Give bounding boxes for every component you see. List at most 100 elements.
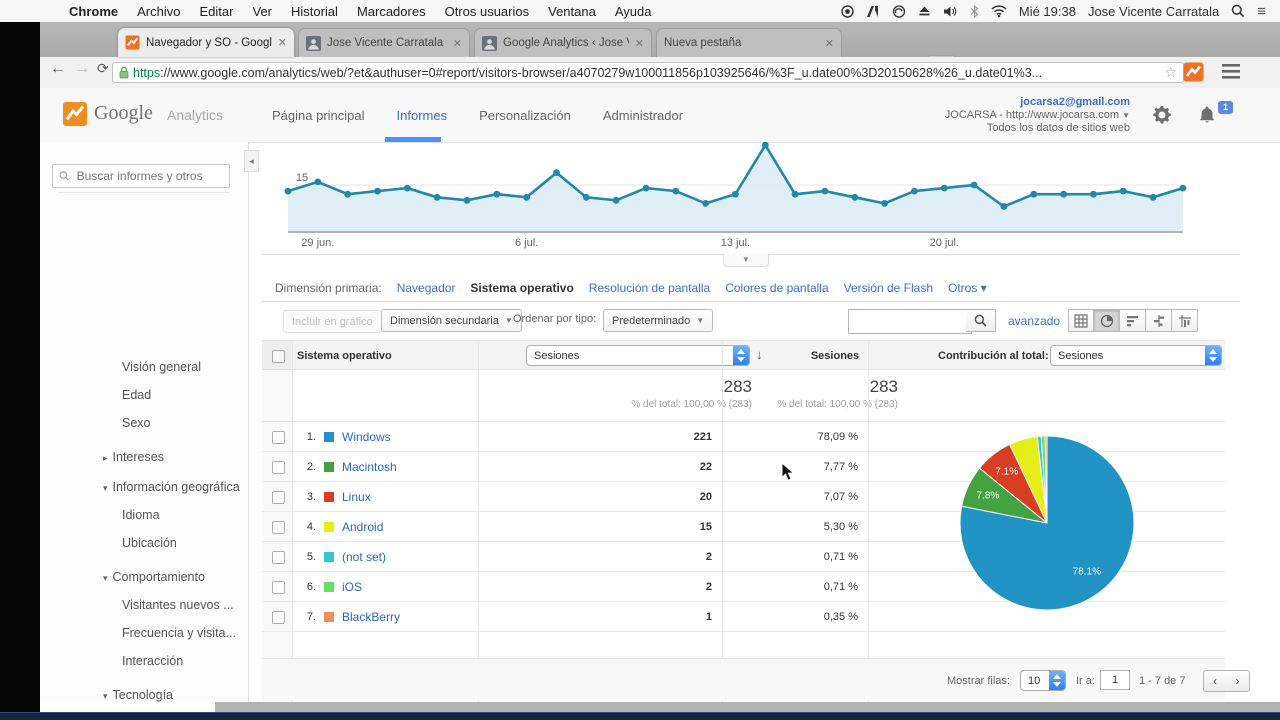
table-search-button[interactable]: [966, 309, 996, 332]
ga-nav-personalización[interactable]: Personalización: [479, 108, 571, 123]
sidebar-item-visitantes-nuevos-[interactable]: Visitantes nuevos ...: [122, 598, 234, 612]
tab-close-icon[interactable]: ✕: [278, 36, 287, 49]
menu-item-ventana[interactable]: Ventana: [548, 4, 596, 19]
view-comparison-button[interactable]: [1146, 309, 1172, 332]
sessions-line-chart[interactable]: 15 29 jun. 6 jul. 13 jul. 20 jul.: [262, 141, 1240, 255]
address-bar[interactable]: https://www.google.com/analytics/web/?et…: [112, 62, 1184, 83]
bluetooth-icon[interactable]: [970, 4, 979, 18]
dimension-resoluci-n-de-pantalla[interactable]: Resolución de pantalla: [589, 281, 710, 295]
browser-tab-3[interactable]: Google Analytics ‹ Jose Vic ✕: [474, 28, 652, 57]
column-header-sessions[interactable]: Sesiones: [762, 350, 908, 362]
sidebar-item-informaci-n-geogr-fica[interactable]: ▾ Información geográfica: [103, 480, 240, 494]
account-info[interactable]: jocarsa2@gmail.com JOCARSA - http://www.…: [945, 96, 1130, 135]
menu-clock[interactable]: Mié 19:38: [1019, 4, 1076, 19]
view-pivot-button[interactable]: [1172, 309, 1198, 332]
ga-nav-informes[interactable]: Informes: [397, 108, 448, 123]
table-search-input[interactable]: [848, 309, 972, 334]
sidebar-item-intereses[interactable]: ▸ Intereses: [103, 450, 164, 464]
sidebar-search[interactable]: [52, 164, 230, 188]
dimension-otros[interactable]: Otros ▾: [948, 281, 987, 295]
menu-item-chrome[interactable]: Chrome: [69, 4, 118, 19]
dimension-navegador[interactable]: Navegador: [397, 281, 456, 295]
goto-page-input[interactable]: [1100, 670, 1130, 690]
dimension-colores-de-pantalla[interactable]: Colores de pantalla: [725, 281, 828, 295]
column-header-os[interactable]: Sistema operativo: [297, 350, 392, 362]
row-checkbox[interactable]: [272, 551, 285, 564]
row-checkbox[interactable]: [272, 461, 285, 474]
notification-center-icon[interactable]: ≡: [1257, 3, 1266, 20]
sidebar-item-sexo[interactable]: Sexo: [122, 416, 151, 430]
screen-record-icon[interactable]: [841, 4, 854, 18]
menu-item-archivo[interactable]: Archivo: [137, 4, 180, 19]
menu-item-ayuda[interactable]: Ayuda: [615, 4, 652, 19]
tab-close-icon[interactable]: ✕: [453, 37, 462, 50]
chart-collapse-button[interactable]: ▼: [723, 254, 769, 267]
os-link[interactable]: iOS: [342, 580, 362, 594]
secondary-dimension-button[interactable]: Dimensión secundaria ▼: [381, 309, 522, 332]
tab-close-icon[interactable]: ✕: [825, 37, 834, 50]
os-link[interactable]: Windows: [342, 430, 391, 444]
reload-button[interactable]: ⟳: [97, 60, 109, 77]
sidebar-item-tecnolog-a[interactable]: ▾ Tecnología: [103, 688, 173, 702]
metric-select[interactable]: Sesiones: [526, 345, 750, 366]
include-in-chart-button[interactable]: Incluir en gráfico: [283, 310, 382, 333]
volume-icon[interactable]: [943, 5, 958, 18]
row-checkbox[interactable]: [272, 521, 285, 534]
next-page-button[interactable]: ›: [1226, 670, 1250, 692]
eject-icon[interactable]: [918, 5, 931, 17]
browser-tab-4[interactable]: Nueva pestaña ✕: [656, 28, 842, 57]
back-button[interactable]: ←: [50, 60, 66, 78]
sidebar-collapse-button[interactable]: ◂: [244, 150, 259, 172]
prev-page-button[interactable]: ‹: [1203, 670, 1227, 692]
rows-per-page-select[interactable]: 10: [1020, 670, 1066, 691]
row-checkbox[interactable]: [272, 491, 285, 504]
notifications-bell-icon[interactable]: [1198, 105, 1216, 130]
contribution-select[interactable]: Sesiones: [1050, 345, 1222, 366]
dimension-versi-n-de-flash[interactable]: Versión de Flash: [844, 281, 933, 295]
sidebar-item-frecuencia-y-visita-[interactable]: Frecuencia y visita...: [122, 626, 236, 640]
forward-button[interactable]: →: [74, 60, 90, 78]
ga-nav-administrador[interactable]: Administrador: [603, 108, 683, 123]
os-pie-chart[interactable]: 78.1% 7.8% 7.1%: [960, 436, 1134, 610]
menu-item-historial[interactable]: Historial: [291, 4, 338, 19]
os-link[interactable]: BlackBerry: [342, 610, 400, 624]
sort-type-button[interactable]: Predeterminado ▼: [603, 309, 714, 332]
sidebar-item-idioma[interactable]: Idioma: [122, 508, 160, 522]
chrome-menu-icon[interactable]: [1222, 64, 1240, 84]
os-link[interactable]: Linux: [342, 490, 371, 504]
view-table-button[interactable]: [1068, 309, 1094, 332]
spotlight-icon[interactable]: [1231, 4, 1245, 18]
dimension-sistema-operativo[interactable]: Sistema operativo: [470, 281, 573, 295]
sidebar-item-visi-n-general[interactable]: Visión general: [122, 360, 201, 374]
os-link[interactable]: Macintosh: [342, 460, 397, 474]
menu-item-ver[interactable]: Ver: [252, 4, 272, 19]
sidebar-item-edad[interactable]: Edad: [122, 388, 151, 402]
advanced-search-link[interactable]: avanzado: [1008, 314, 1060, 328]
view-performance-button[interactable]: [1120, 309, 1146, 332]
settings-gear-icon[interactable]: [1152, 105, 1172, 130]
creative-cloud-icon[interactable]: [892, 4, 906, 18]
wifi-icon[interactable]: [991, 5, 1007, 17]
ga-logo-google[interactable]: Google: [94, 102, 153, 125]
os-link[interactable]: Android: [342, 520, 383, 534]
horizontal-scrollbar[interactable]: [215, 702, 1280, 712]
row-checkbox[interactable]: [272, 431, 285, 444]
menu-item-editar[interactable]: Editar: [199, 4, 233, 19]
bookmark-star-icon[interactable]: ☆: [1164, 64, 1177, 81]
row-checkbox[interactable]: [272, 581, 285, 594]
sidebar-search-input[interactable]: [74, 168, 223, 184]
menu-user[interactable]: Jose Vicente Carratala: [1088, 4, 1219, 19]
adobe-icon[interactable]: [866, 5, 880, 18]
analytics-extension-icon[interactable]: [1183, 62, 1204, 87]
browser-tab-2[interactable]: Jose Vicente Carratala | Pr ✕: [298, 28, 470, 57]
tab-close-icon[interactable]: ✕: [635, 37, 644, 50]
browser-tab-1[interactable]: Navegador y SO - Google A ✕: [118, 28, 294, 57]
menu-item-marcadores[interactable]: Marcadores: [357, 4, 426, 19]
sidebar-item-comportamiento[interactable]: ▾ Comportamiento: [103, 570, 205, 584]
menu-item-otros-usuarios[interactable]: Otros usuarios: [445, 4, 530, 19]
row-checkbox[interactable]: [272, 611, 285, 624]
sidebar-item-interacci-n[interactable]: Interacción: [122, 654, 183, 668]
view-percentage-button[interactable]: [1094, 309, 1120, 332]
os-link[interactable]: (not set): [342, 550, 386, 564]
ga-nav-página-principal[interactable]: Página principal: [272, 108, 365, 123]
